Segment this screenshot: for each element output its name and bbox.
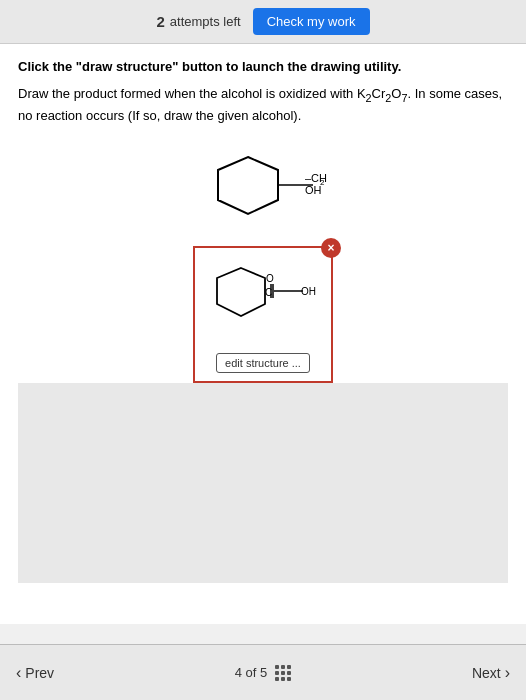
attempts-badge: 2 attempts left xyxy=(156,13,240,30)
grid-dot xyxy=(287,677,291,681)
product-svg: C O OH xyxy=(203,256,329,346)
svg-marker-0 xyxy=(218,157,278,214)
svg-text:O: O xyxy=(266,273,274,284)
grid-dot xyxy=(275,665,279,669)
svg-marker-4 xyxy=(217,268,265,316)
reactant-svg: –CH 2 OH xyxy=(198,142,328,232)
edit-structure-button[interactable]: edit structure ... xyxy=(216,353,310,373)
instruction-text: Click the "draw structure" button to lau… xyxy=(18,58,508,76)
attempts-label: attempts left xyxy=(170,14,241,29)
prev-label: Prev xyxy=(25,665,54,681)
next-label: Next xyxy=(472,665,501,681)
next-arrow-icon: › xyxy=(505,664,510,682)
check-my-work-button[interactable]: Check my work xyxy=(253,8,370,35)
attempts-number: 2 xyxy=(156,13,164,30)
structure-box: × C O OH edit structure ... xyxy=(193,246,333,383)
structure-editor-container: × C O OH edit structure ... xyxy=(18,246,508,383)
svg-text:OH: OH xyxy=(305,184,322,196)
grid-dot xyxy=(287,665,291,669)
close-button[interactable]: × xyxy=(321,238,341,258)
grid-dot xyxy=(275,677,279,681)
page-number: 4 of 5 xyxy=(235,665,268,680)
grid-dot xyxy=(287,671,291,675)
svg-text:OH: OH xyxy=(301,286,316,297)
grid-dot xyxy=(281,677,285,681)
grid-icon[interactable] xyxy=(275,665,291,681)
reactant-molecule-area: –CH 2 OH xyxy=(18,142,508,232)
grid-dot xyxy=(275,671,279,675)
next-button[interactable]: Next › xyxy=(472,664,510,682)
grid-dot xyxy=(281,665,285,669)
gray-area xyxy=(18,383,508,583)
question-text: Draw the product formed when the alcohol… xyxy=(18,84,508,125)
grid-dot xyxy=(281,671,285,675)
bottom-navigation-bar: ‹ Prev 4 of 5 Next › xyxy=(0,644,526,700)
page-info: 4 of 5 xyxy=(235,665,292,681)
prev-button[interactable]: ‹ Prev xyxy=(16,664,54,682)
top-bar: 2 attempts left Check my work xyxy=(0,0,526,44)
main-content: Click the "draw structure" button to lau… xyxy=(0,44,526,624)
prev-arrow-icon: ‹ xyxy=(16,664,21,682)
